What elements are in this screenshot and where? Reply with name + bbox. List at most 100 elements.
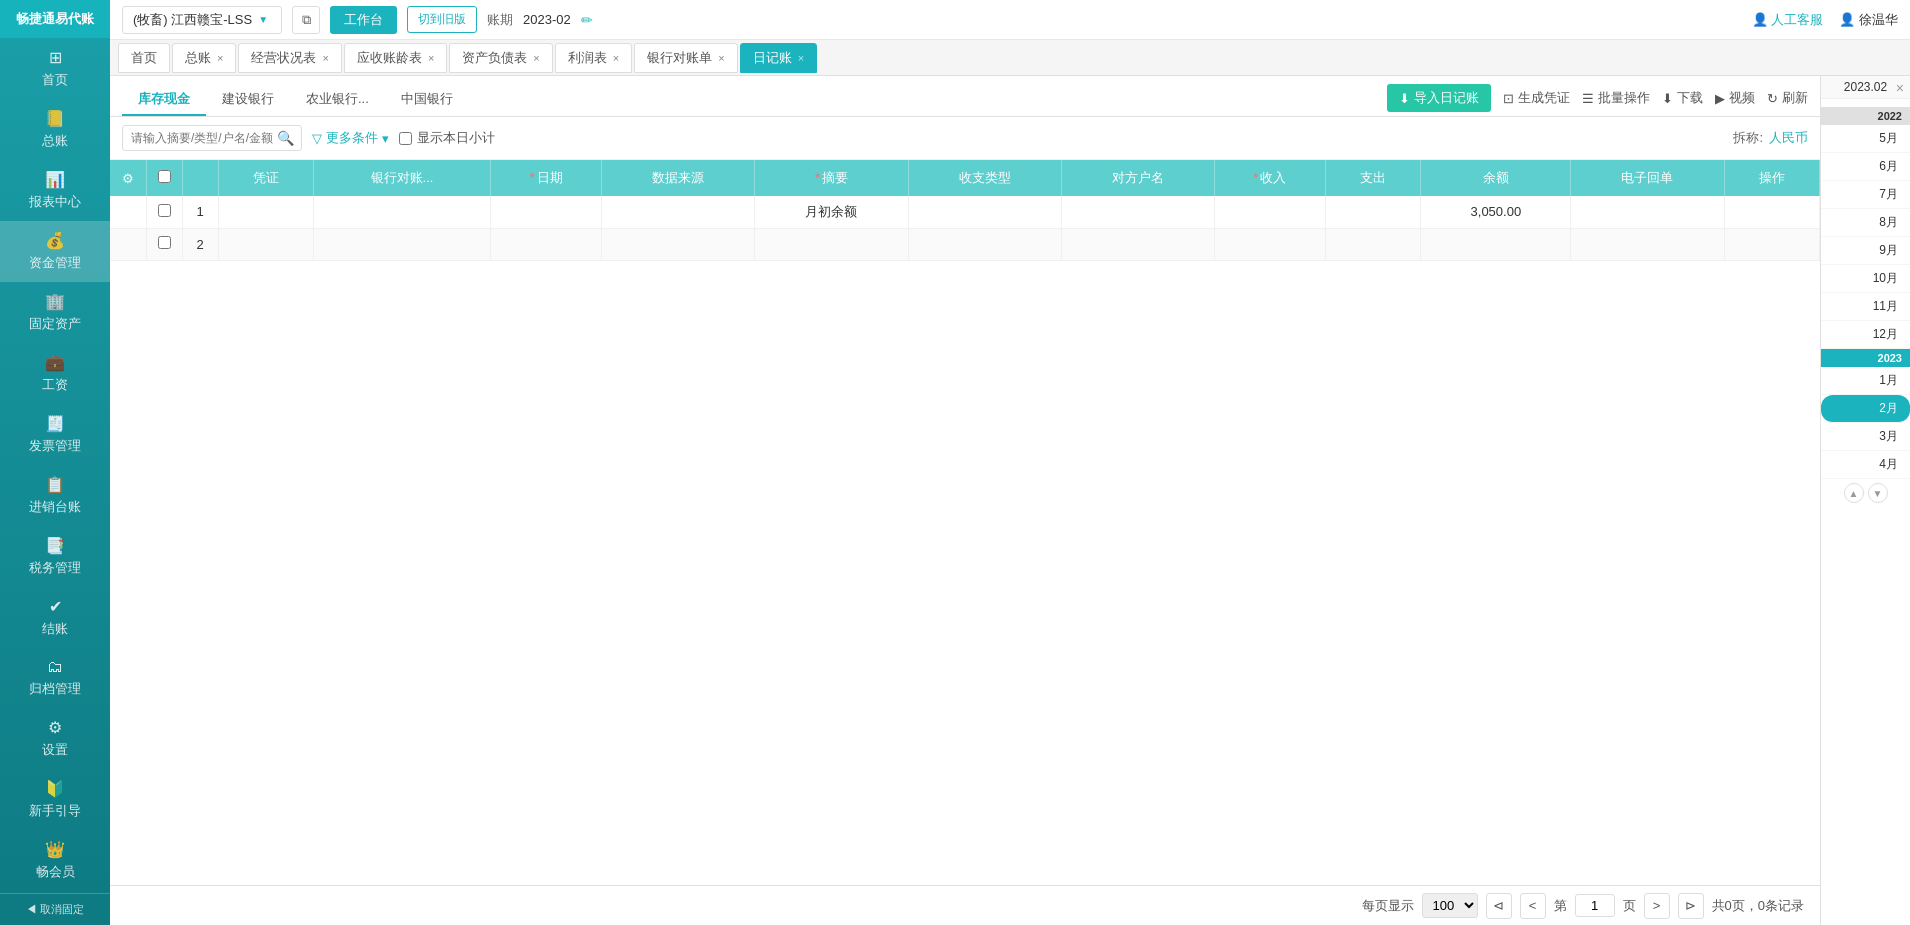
date-panel-close[interactable]: × bbox=[1896, 80, 1904, 96]
tab-journal-close[interactable]: × bbox=[798, 52, 804, 64]
sidebar-item-label: 资金管理 bbox=[29, 254, 81, 272]
batch-op-icon: ☰ bbox=[1582, 91, 1594, 106]
customer-service-link[interactable]: 👤 人工客服 bbox=[1752, 11, 1824, 29]
cell-checkbox[interactable] bbox=[146, 196, 182, 228]
sidebar-item-purchase[interactable]: 📋 进销台账 bbox=[0, 465, 110, 526]
first-page-button[interactable]: ⊲ bbox=[1486, 893, 1512, 919]
more-conditions-button[interactable]: ▽ 更多条件 ▾ bbox=[312, 129, 389, 147]
date-month-2022-11[interactable]: 11月 bbox=[1821, 293, 1910, 321]
col-settings[interactable]: ⚙ bbox=[110, 160, 146, 196]
generate-voucher-button[interactable]: ⊡ 生成凭证 bbox=[1503, 89, 1570, 107]
period-edit-icon[interactable]: ✏ bbox=[581, 12, 593, 28]
sidebar-item-close-accounts[interactable]: ✔ 结账 bbox=[0, 587, 110, 648]
tab-profit[interactable]: 利润表 × bbox=[555, 43, 632, 73]
search-icon[interactable]: 🔍 bbox=[277, 130, 294, 146]
date-month-2023-3[interactable]: 3月 bbox=[1821, 423, 1910, 451]
tab-home[interactable]: 首页 bbox=[118, 43, 170, 73]
date-nav-down[interactable]: ▼ bbox=[1868, 483, 1888, 503]
sub-tab-ccb[interactable]: 建设银行 bbox=[206, 84, 290, 116]
refresh-button[interactable]: ↻ 刷新 bbox=[1767, 89, 1808, 107]
tab-asset-close[interactable]: × bbox=[533, 52, 539, 64]
prev-page-button[interactable]: < bbox=[1520, 893, 1546, 919]
col-counterpart: 对方户名 bbox=[1061, 160, 1214, 196]
date-month-2022-10[interactable]: 10月 bbox=[1821, 265, 1910, 293]
settings-icon: ⚙ bbox=[48, 718, 62, 737]
workspace-button[interactable]: 工作台 bbox=[330, 6, 397, 34]
date-month-2022-5[interactable]: 5月 bbox=[1821, 125, 1910, 153]
sidebar-logo[interactable]: 畅捷通易代账 bbox=[0, 0, 110, 38]
tab-journal[interactable]: 日记账 × bbox=[740, 43, 817, 73]
tab-receivable[interactable]: 应收账龄表 × bbox=[344, 43, 447, 73]
row-checkbox[interactable] bbox=[158, 204, 171, 217]
cell-expense bbox=[1325, 196, 1420, 228]
page-input[interactable] bbox=[1575, 894, 1615, 917]
date-month-2023-1[interactable]: 1月 bbox=[1821, 367, 1910, 395]
ledger-icon: 📒 bbox=[45, 109, 65, 128]
tab-journal-label: 日记账 bbox=[753, 49, 792, 67]
search-input[interactable] bbox=[122, 125, 302, 151]
cell-checkbox[interactable] bbox=[146, 228, 182, 260]
date-month-2022-7[interactable]: 7月 bbox=[1821, 181, 1910, 209]
copy-icon: ⧉ bbox=[302, 12, 311, 28]
cell-source bbox=[602, 196, 755, 228]
col-date: 日期 bbox=[491, 160, 602, 196]
service-icon: 👤 bbox=[1752, 12, 1768, 27]
tab-asset[interactable]: 资产负债表 × bbox=[449, 43, 552, 73]
row-checkbox[interactable] bbox=[158, 236, 171, 249]
date-month-2022-12[interactable]: 12月 bbox=[1821, 321, 1910, 349]
sidebar-item-invoice[interactable]: 🧾 发票管理 bbox=[0, 404, 110, 465]
page-size-select[interactable]: 100 bbox=[1422, 893, 1478, 918]
date-month-2022-9[interactable]: 9月 bbox=[1821, 237, 1910, 265]
cell-bank bbox=[313, 228, 490, 260]
avatar-icon: 👤 bbox=[1839, 12, 1855, 27]
date-month-2023-2[interactable]: 2月 bbox=[1821, 395, 1910, 423]
sidebar-item-member[interactable]: 👑 畅会员 bbox=[0, 830, 110, 891]
date-month-2022-6[interactable]: 6月 bbox=[1821, 153, 1910, 181]
company-selector[interactable]: (牧畜) 江西赣宝-LSS ▼ bbox=[122, 6, 282, 34]
old-version-button[interactable]: 切到旧版 bbox=[407, 6, 477, 33]
sidebar-item-tax[interactable]: 📑 税务管理 bbox=[0, 526, 110, 587]
date-month-2022-8[interactable]: 8月 bbox=[1821, 209, 1910, 237]
sidebar-item-fixed[interactable]: 🏢 固定资产 bbox=[0, 282, 110, 343]
tab-ledger-close[interactable]: × bbox=[217, 52, 223, 64]
currency-value[interactable]: 人民币 bbox=[1769, 129, 1808, 147]
download-button[interactable]: ⬇ 下载 bbox=[1662, 89, 1703, 107]
daily-subtotal-check[interactable] bbox=[399, 132, 412, 145]
import-journal-button[interactable]: ⬇ 导入日记账 bbox=[1387, 84, 1491, 112]
tab-ledger[interactable]: 总账 × bbox=[172, 43, 236, 73]
tab-bank[interactable]: 银行对账单 × bbox=[634, 43, 737, 73]
sidebar-item-home[interactable]: ⊞ 首页 bbox=[0, 38, 110, 99]
sidebar-item-wage[interactable]: 💼 工资 bbox=[0, 343, 110, 404]
video-button[interactable]: ▶ 视频 bbox=[1715, 89, 1755, 107]
next-page-button[interactable]: > bbox=[1644, 893, 1670, 919]
sub-tab-cash[interactable]: 库存现金 bbox=[122, 84, 206, 116]
tab-status[interactable]: 经营状况表 × bbox=[238, 43, 341, 73]
date-month-2023-4[interactable]: 4月 bbox=[1821, 451, 1910, 479]
sidebar-item-ledger[interactable]: 📒 总账 bbox=[0, 99, 110, 160]
sub-tab-abc[interactable]: 农业银行... bbox=[290, 84, 385, 116]
tab-profit-close[interactable]: × bbox=[613, 52, 619, 64]
sidebar-item-capital[interactable]: 💰 资金管理 bbox=[0, 221, 110, 282]
tab-bank-close[interactable]: × bbox=[718, 52, 724, 64]
col-checkbox[interactable] bbox=[146, 160, 182, 196]
sidebar-item-report[interactable]: 📊 报表中心 bbox=[0, 160, 110, 221]
toolbar-right: 拆称: 人民币 bbox=[1733, 129, 1808, 147]
sidebar-item-archive[interactable]: 🗂 归档管理 bbox=[0, 648, 110, 708]
sidebar-unpin[interactable]: ◀ 取消固定 bbox=[0, 893, 110, 925]
tab-status-close[interactable]: × bbox=[322, 52, 328, 64]
user-name[interactable]: 👤 徐温华 bbox=[1839, 11, 1898, 29]
sub-tab-boc[interactable]: 中国银行 bbox=[385, 84, 469, 116]
tab-home-label: 首页 bbox=[131, 49, 157, 67]
tab-receivable-close[interactable]: × bbox=[428, 52, 434, 64]
batch-op-button[interactable]: ☰ 批量操作 bbox=[1582, 89, 1650, 107]
sidebar-item-settings[interactable]: ⚙ 设置 bbox=[0, 708, 110, 769]
show-daily-subtotal-checkbox[interactable]: 显示本日小计 bbox=[399, 129, 495, 147]
sidebar-item-guide[interactable]: 🔰 新手引导 bbox=[0, 769, 110, 830]
select-all-checkbox[interactable] bbox=[158, 170, 171, 183]
sidebar-item-label: 畅会员 bbox=[36, 863, 75, 881]
year-label-2023: 2023 bbox=[1821, 349, 1910, 367]
date-nav-up[interactable]: ▲ bbox=[1844, 483, 1864, 503]
filter-dropdown-icon: ▾ bbox=[382, 131, 389, 146]
last-page-button[interactable]: ⊳ bbox=[1678, 893, 1704, 919]
copy-button[interactable]: ⧉ bbox=[292, 6, 320, 34]
